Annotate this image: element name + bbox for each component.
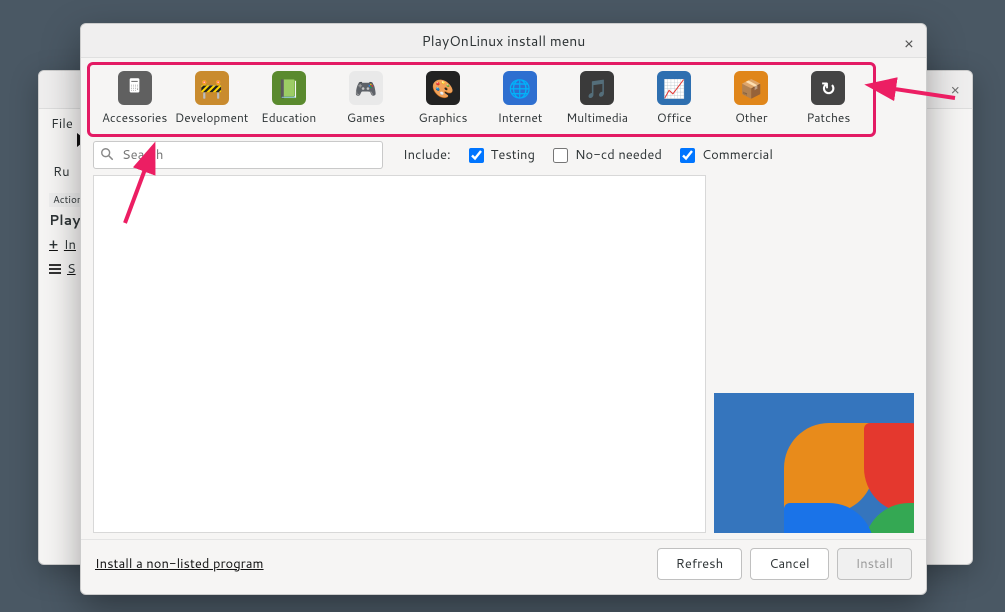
category-label: Accessories (102, 109, 167, 126)
results-area (81, 175, 926, 539)
category-label: Multimedia (566, 109, 628, 126)
category-other[interactable]: 📦 Other (713, 71, 790, 126)
refresh-button[interactable]: Refresh (657, 548, 742, 580)
include-group: Include: Testing No-cd needed Commercial (403, 145, 773, 166)
category-label: Patches (806, 109, 850, 126)
other-icon: 📦 (734, 71, 768, 105)
graphics-icon: 🎨 (426, 71, 460, 105)
category-label: Other (735, 109, 768, 126)
category-toolbar: 🖩 Accessories 🚧 Development 📗 Education 🎮 Games… (87, 62, 876, 137)
category-accessories[interactable]: 🖩 Accessories (96, 71, 173, 126)
plus-icon: + (49, 236, 58, 254)
category-label: Internet (498, 109, 543, 126)
category-internet[interactable]: 🌐 Internet (481, 71, 558, 126)
search-input[interactable] (93, 141, 383, 169)
install-menu-dialog: PlayOnLinux install menu × 🖩 Accessories 🚧… (80, 23, 927, 595)
menu-file[interactable]: File (51, 115, 73, 133)
checkbox-commercial[interactable]: Commercial (676, 145, 773, 166)
dialog-titlebar: PlayOnLinux install menu × (81, 24, 926, 58)
program-list[interactable] (93, 175, 706, 533)
checkbox-nocd[interactable]: No-cd needed (549, 145, 662, 166)
office-icon: 📈 (657, 71, 691, 105)
dialog-footer: Install a non-listed program Refresh Can… (81, 539, 926, 594)
filter-row: Include: Testing No-cd needed Commercial (81, 141, 926, 175)
playonlinux-logo (764, 403, 914, 533)
category-multimedia[interactable]: 🎵 Multimedia (559, 71, 636, 126)
multimedia-icon: 🎵 (580, 71, 614, 105)
category-label: Games (347, 109, 385, 126)
category-label: Development (175, 109, 249, 126)
cancel-button[interactable]: Cancel (750, 548, 828, 580)
games-icon: 🎮 (349, 71, 383, 105)
patches-icon: ↻ (811, 71, 845, 105)
checkbox-testing[interactable]: Testing (465, 145, 535, 166)
category-games[interactable]: 🎮 Games (327, 71, 404, 126)
category-graphics[interactable]: 🎨 Graphics (404, 71, 481, 126)
include-label: Include: (403, 146, 451, 164)
category-label: Office (657, 109, 692, 126)
category-patches[interactable]: ↻ Patches (790, 71, 867, 126)
development-icon: 🚧 (195, 71, 229, 105)
toolbar-run[interactable]: Ru (53, 163, 70, 181)
internet-icon: 🌐 (503, 71, 537, 105)
category-education[interactable]: 📗 Education (250, 71, 327, 126)
accessories-icon: 🖩 (118, 71, 152, 105)
install-button[interactable]: Install (837, 548, 912, 580)
close-icon[interactable]: × (950, 79, 960, 100)
close-icon[interactable]: × (904, 32, 914, 55)
search-field-wrap (93, 141, 383, 169)
dialog-title: PlayOnLinux install menu (422, 31, 586, 51)
list-icon (49, 264, 61, 274)
category-label: Education (261, 109, 316, 126)
category-development[interactable]: 🚧 Development (173, 71, 250, 126)
search-icon (100, 147, 114, 161)
education-icon: 📗 (272, 71, 306, 105)
program-preview (714, 393, 914, 533)
category-label: Graphics (418, 109, 467, 126)
install-nonlisted-link[interactable]: Install a non-listed program (95, 555, 264, 573)
category-office[interactable]: 📈 Office (636, 71, 713, 126)
